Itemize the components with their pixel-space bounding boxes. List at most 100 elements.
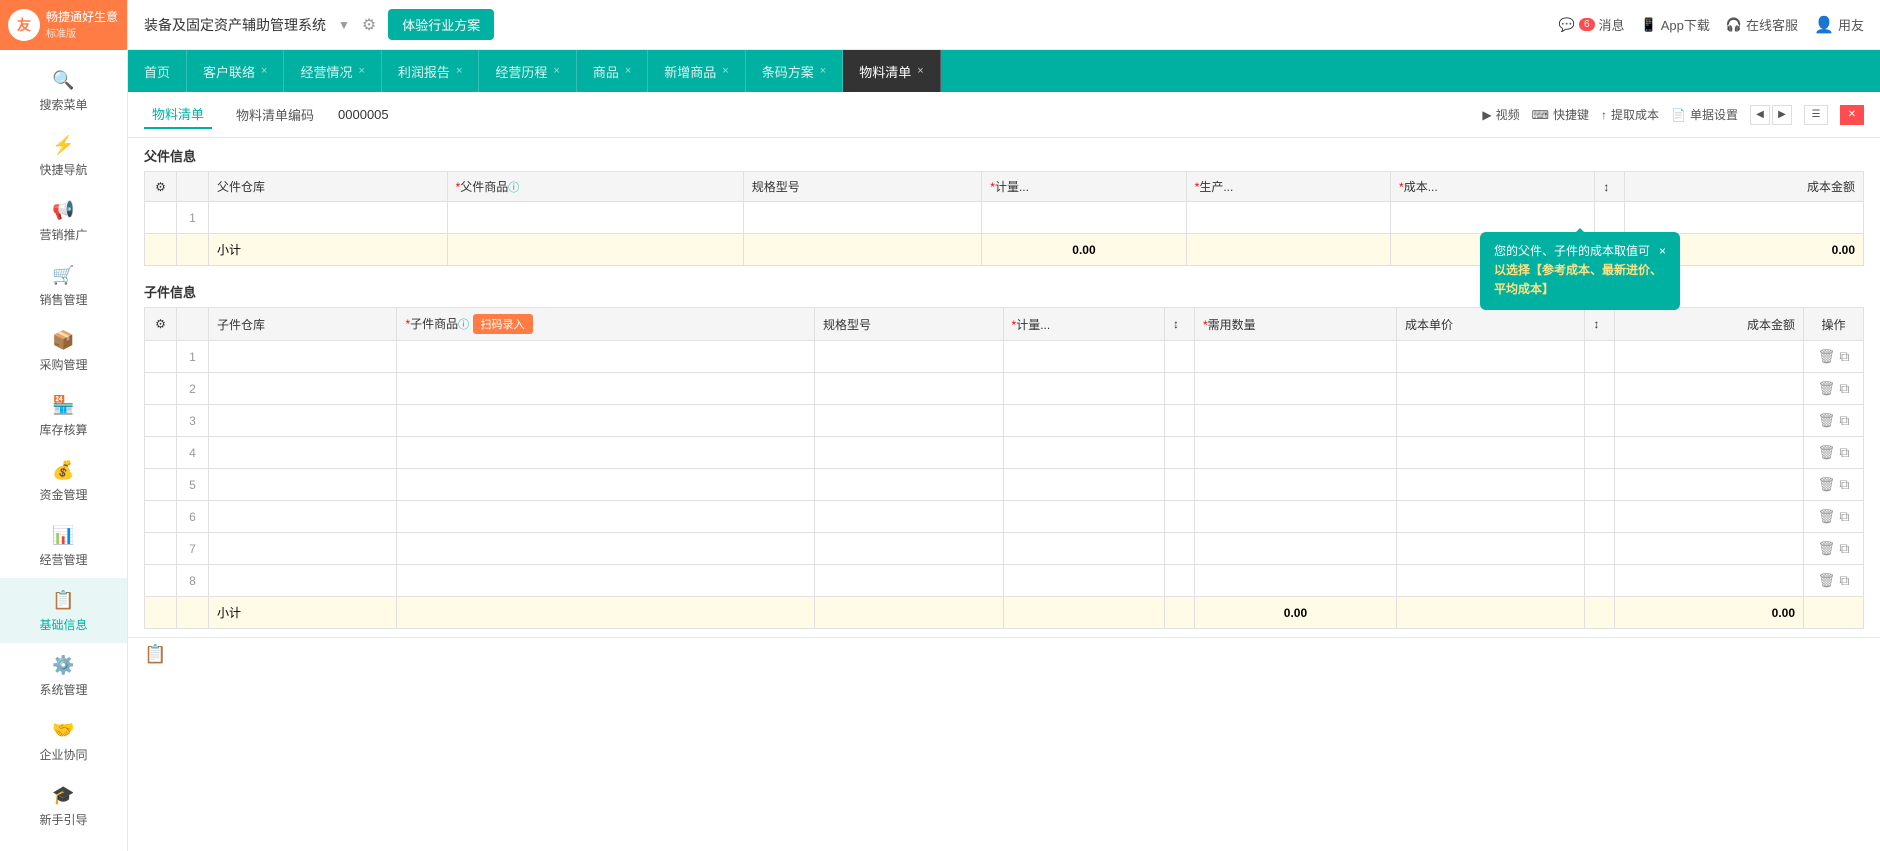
child-row2-warehouse[interactable] bbox=[209, 373, 397, 405]
dropdown-arrow-icon[interactable]: ▼ bbox=[338, 18, 350, 32]
child-row6-copy-icon[interactable]: ⧉ bbox=[1839, 508, 1849, 525]
close-page-icon[interactable]: ✕ bbox=[1840, 105, 1864, 125]
child-row7-spec[interactable] bbox=[815, 533, 1003, 565]
nav-tab-1[interactable]: 客户联络× bbox=[187, 50, 284, 92]
child-row3-copy-icon[interactable]: ⧉ bbox=[1839, 412, 1849, 429]
scan-btn[interactable]: 扫码录入 bbox=[473, 314, 533, 334]
child-row3-unit-cost[interactable] bbox=[1397, 405, 1585, 437]
nav-tab-close-3[interactable]: × bbox=[456, 65, 462, 77]
child-row1-product[interactable] bbox=[397, 341, 815, 373]
nav-tab-close-7[interactable]: × bbox=[820, 65, 826, 77]
nav-tab-close-2[interactable]: × bbox=[358, 65, 364, 77]
child-row3-spec[interactable] bbox=[815, 405, 1003, 437]
child-row2-delete-icon[interactable]: 🗑 bbox=[1818, 380, 1836, 397]
app-download-item[interactable]: 📱 App下载 bbox=[1641, 15, 1710, 34]
child-row6-qty[interactable] bbox=[1194, 501, 1396, 533]
child-row6-spec[interactable] bbox=[815, 501, 1003, 533]
child-row8-delete-icon[interactable]: 🗑 bbox=[1818, 572, 1836, 589]
child-row1-delete-icon[interactable]: 🗑 bbox=[1818, 348, 1836, 365]
child-row8-copy-icon[interactable]: ⧉ bbox=[1839, 572, 1849, 589]
child-row5-delete-icon[interactable]: 🗑 bbox=[1818, 476, 1836, 493]
child-row4-qty[interactable] bbox=[1194, 437, 1396, 469]
tooltip-close-btn[interactable]: × bbox=[1659, 242, 1666, 261]
nav-tab-4[interactable]: 经营历程× bbox=[479, 50, 576, 92]
child-row5-unit-cost[interactable] bbox=[1397, 469, 1585, 501]
child-row7-product[interactable] bbox=[397, 533, 815, 565]
sidebar-item-10[interactable]: 🤝企业协同 bbox=[0, 708, 127, 773]
nav-tab-7[interactable]: 条码方案× bbox=[746, 50, 843, 92]
child-row6-product[interactable] bbox=[397, 501, 815, 533]
child-row5-unit[interactable] bbox=[1003, 469, 1164, 501]
child-row4-spec[interactable] bbox=[815, 437, 1003, 469]
child-row4-copy-icon[interactable]: ⧉ bbox=[1839, 444, 1849, 461]
child-row2-product[interactable] bbox=[397, 373, 815, 405]
sidebar-item-7[interactable]: 📊经营管理 bbox=[0, 513, 127, 578]
child-row7-unit[interactable] bbox=[1003, 533, 1164, 565]
child-row8-unit-cost[interactable] bbox=[1397, 565, 1585, 597]
child-row1-unit[interactable] bbox=[1003, 341, 1164, 373]
parent-row1-unit[interactable] bbox=[982, 202, 1186, 234]
sidebar-item-8[interactable]: 📋基础信息 bbox=[0, 578, 127, 643]
video-item[interactable]: ▶ 视频 bbox=[1482, 106, 1519, 123]
nav-tab-close-4[interactable]: × bbox=[553, 65, 559, 77]
nav-tab-5[interactable]: 商品× bbox=[577, 50, 648, 92]
child-row7-unit-cost[interactable] bbox=[1397, 533, 1585, 565]
child-row8-product[interactable] bbox=[397, 565, 815, 597]
child-row8-unit[interactable] bbox=[1003, 565, 1164, 597]
child-gear-icon[interactable]: ⚙ bbox=[155, 317, 166, 331]
child-row6-warehouse[interactable] bbox=[209, 501, 397, 533]
child-row4-delete-icon[interactable]: 🗑 bbox=[1818, 444, 1836, 461]
child-row3-unit[interactable] bbox=[1003, 405, 1164, 437]
child-row3-delete-icon[interactable]: 🗑 bbox=[1818, 412, 1836, 429]
child-row1-warehouse[interactable] bbox=[209, 341, 397, 373]
child-row5-product[interactable] bbox=[397, 469, 815, 501]
child-row8-spec[interactable] bbox=[815, 565, 1003, 597]
child-row5-qty[interactable] bbox=[1194, 469, 1396, 501]
child-row3-product[interactable] bbox=[397, 405, 815, 437]
child-row4-warehouse[interactable] bbox=[209, 437, 397, 469]
nav-tab-close-1[interactable]: × bbox=[261, 65, 267, 77]
sub-nav-bom[interactable]: 物料清单 bbox=[144, 100, 212, 129]
parent-row1-product[interactable] bbox=[447, 202, 743, 234]
message-item[interactable]: 💬 6 消息 bbox=[1559, 15, 1625, 34]
sidebar-item-1[interactable]: ⚡快捷导航 bbox=[0, 123, 127, 188]
nav-tab-0[interactable]: 首页 bbox=[128, 50, 187, 92]
service-item[interactable]: 🎧 在线客服 bbox=[1726, 15, 1798, 34]
child-row5-spec[interactable] bbox=[815, 469, 1003, 501]
doc-settings-item[interactable]: 📄 单据设置 bbox=[1671, 106, 1738, 123]
child-row4-unit-cost[interactable] bbox=[1397, 437, 1585, 469]
nav-tab-8[interactable]: 物料清单× bbox=[843, 50, 940, 92]
child-row6-unit-cost[interactable] bbox=[1397, 501, 1585, 533]
child-row7-qty[interactable] bbox=[1194, 533, 1396, 565]
user-item[interactable]: 👤 用友 bbox=[1814, 15, 1864, 35]
sidebar-item-6[interactable]: 💰资金管理 bbox=[0, 448, 127, 513]
sidebar-item-0[interactable]: 🔍搜索菜单 bbox=[0, 58, 127, 123]
child-row5-copy-icon[interactable]: ⧉ bbox=[1839, 476, 1849, 493]
parent-row1-warehouse[interactable] bbox=[209, 202, 448, 234]
nav-tab-close-6[interactable]: × bbox=[722, 65, 728, 77]
child-row5-warehouse[interactable] bbox=[209, 469, 397, 501]
nav-tab-6[interactable]: 新增商品× bbox=[648, 50, 745, 92]
parent-row1-spec[interactable] bbox=[743, 202, 982, 234]
child-row2-unit-cost[interactable] bbox=[1397, 373, 1585, 405]
child-row8-qty[interactable] bbox=[1194, 565, 1396, 597]
sidebar-item-5[interactable]: 🏪库存核算 bbox=[0, 383, 127, 448]
sidebar-item-9[interactable]: ⚙️系统管理 bbox=[0, 643, 127, 708]
child-row1-copy-icon[interactable]: ⧉ bbox=[1839, 348, 1849, 365]
shortcut-item[interactable]: ⌨ 快捷键 bbox=[1532, 106, 1589, 123]
child-row2-unit[interactable] bbox=[1003, 373, 1164, 405]
child-row7-copy-icon[interactable]: ⧉ bbox=[1839, 540, 1849, 557]
next-arrow[interactable]: ▶ bbox=[1772, 105, 1792, 125]
child-row4-unit[interactable] bbox=[1003, 437, 1164, 469]
child-row6-delete-icon[interactable]: 🗑 bbox=[1818, 508, 1836, 525]
nav-tab-close-5[interactable]: × bbox=[625, 65, 631, 77]
sidebar-item-2[interactable]: 📢营销推广 bbox=[0, 188, 127, 253]
child-row4-product[interactable] bbox=[397, 437, 815, 469]
sidebar-item-11[interactable]: 🎓新手引导 bbox=[0, 773, 127, 838]
nav-tab-2[interactable]: 经营情况× bbox=[284, 50, 381, 92]
sidebar-item-3[interactable]: 🛒销售管理 bbox=[0, 253, 127, 318]
child-row7-warehouse[interactable] bbox=[209, 533, 397, 565]
prev-arrow[interactable]: ◀ bbox=[1750, 105, 1770, 125]
trial-button[interactable]: 体验行业方案 bbox=[388, 9, 494, 40]
child-row7-delete-icon[interactable]: 🗑 bbox=[1818, 540, 1836, 557]
